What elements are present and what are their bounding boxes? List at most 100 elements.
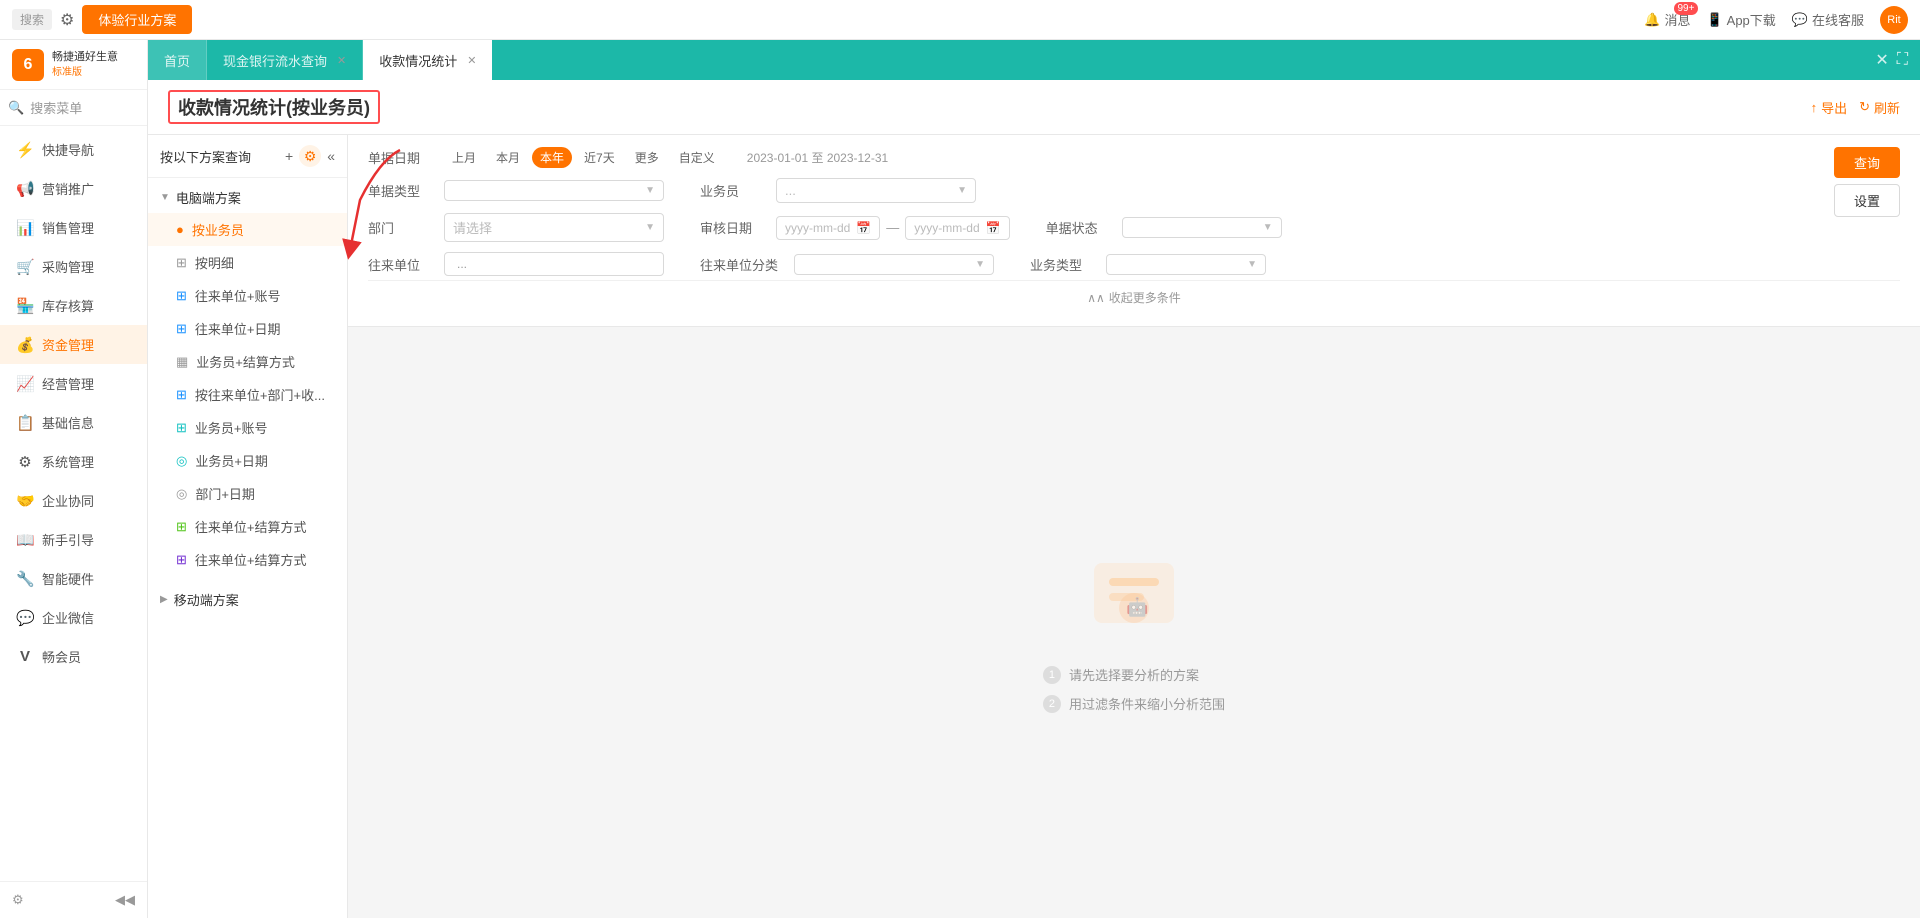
partner-category-select[interactable]: ▼	[794, 254, 994, 275]
empty-state: 🤖 1 请先选择要分析的方案 2 用过滤条件来缩小分析范围	[348, 327, 1920, 918]
dept-select[interactable]: 请选择 ▼	[444, 213, 664, 242]
doc-status-chevron: ▼	[1263, 222, 1273, 233]
date-field-label: 单据日期	[368, 148, 428, 167]
close-tab-cash-flow[interactable]: ✕	[337, 54, 346, 67]
scheme-item-partner-dept[interactable]: ⊞ 按往来单位+部门+收...	[148, 378, 347, 411]
filter-area: 单据日期 上月 本月 本年 近7天 更多 自定义 2023-01-01 至 20…	[348, 135, 1920, 327]
scheme-sp-settlement-icon: ▦	[176, 354, 188, 370]
scheme-item-partner-account[interactable]: ⊞ 往来单位+账号	[148, 279, 347, 312]
sidebar-item-basic-info[interactable]: 📋 基础信息	[0, 403, 147, 442]
date-tab-7days[interactable]: 近7天	[576, 147, 623, 168]
scheme-item-salesperson-settlement[interactable]: ▦ 业务员+结算方式	[148, 345, 347, 378]
vip-icon: V	[16, 648, 34, 665]
header-left: 搜索 ⚙ 体验行业方案	[12, 5, 192, 34]
sidebar-item-finance[interactable]: 💰 资金管理	[0, 325, 147, 364]
sidebar-item-operations[interactable]: 📈 经营管理	[0, 364, 147, 403]
doc-status-select[interactable]: ▼	[1122, 217, 1282, 238]
sidebar-item-quick-nav[interactable]: ⚡ 快捷导航	[0, 130, 147, 169]
search-icon: 🔍	[8, 100, 24, 116]
trial-button[interactable]: 体验行业方案	[82, 5, 192, 34]
mobile-scheme-group-title[interactable]: ▶ 移动端方案	[148, 584, 347, 615]
desktop-scheme-group-title[interactable]: ▼ 电脑端方案	[148, 182, 347, 213]
partner-more-btn[interactable]: ...	[457, 257, 467, 271]
scheme-dept-date-icon: ◎	[176, 486, 187, 502]
sidebar: 6 畅捷通好生意标准版 🔍 搜索菜单 ⚡ 快捷导航 📢 营销推广 📊 销售管理 …	[0, 40, 148, 918]
sidebar-item-sales[interactable]: 📊 销售管理	[0, 208, 147, 247]
scheme-item-salesperson-account[interactable]: ⊞ 业务员+账号	[148, 411, 347, 444]
scheme-item-dept-date[interactable]: ◎ 部门+日期	[148, 477, 347, 510]
review-date-end[interactable]: yyyy-mm-dd 📅	[905, 216, 1009, 240]
empty-tip-2: 2 用过滤条件来缩小分析范围	[1043, 694, 1225, 713]
date-tab-custom[interactable]: 自定义	[671, 147, 723, 168]
gear-icon-top[interactable]: ⚙	[60, 10, 74, 30]
doc-type-select[interactable]: ▼	[444, 180, 664, 201]
dept-label: 部门	[368, 218, 428, 237]
scheme-partner-account-icon: ⊞	[176, 288, 187, 304]
query-button[interactable]: 查询	[1834, 147, 1900, 178]
biz-type-select[interactable]: ▼	[1106, 254, 1266, 275]
mobile-scheme-group: ▶ 移动端方案	[148, 580, 347, 619]
collapse-sidebar-icon[interactable]: ◀◀	[115, 892, 135, 908]
close-all-tabs-btn[interactable]: ✕	[1875, 50, 1888, 70]
date-tabs: 上月 本月 本年 近7天 更多 自定义	[444, 147, 723, 168]
partner-category-label: 往来单位分类	[700, 255, 778, 274]
biz-type-label: 业务类型	[1030, 255, 1090, 274]
partner-category-chevron: ▼	[975, 259, 985, 270]
sidebar-item-marketing[interactable]: 📢 营销推广	[0, 169, 147, 208]
date-tab-this-year[interactable]: 本年	[532, 147, 572, 168]
sidebar-item-guide[interactable]: 📖 新手引导	[0, 520, 147, 559]
breadcrumb: 搜索	[12, 9, 52, 30]
tab-home[interactable]: 首页	[148, 40, 207, 80]
online-service-btn[interactable]: 💬 在线客服	[1792, 10, 1864, 29]
message-btn[interactable]: 🔔 消息 99+	[1644, 10, 1690, 29]
search-menu-item[interactable]: 🔍 搜索菜单	[0, 90, 147, 126]
settings-bottom-icon[interactable]: ⚙	[12, 892, 24, 908]
close-tab-receipt-stats[interactable]: ✕	[467, 54, 476, 67]
page-title: 收款情况统计(按业务员)	[168, 90, 380, 124]
review-date-start[interactable]: yyyy-mm-dd 📅	[776, 216, 880, 240]
finance-icon: 💰	[16, 336, 34, 354]
scheme-settings-btn[interactable]: ⚙	[299, 145, 321, 167]
collapse-more-btn[interactable]: ∧∧ 收起更多条件	[368, 280, 1900, 314]
empty-tips: 1 请先选择要分析的方案 2 用过滤条件来缩小分析范围	[1043, 665, 1225, 713]
tab-receipt-stats[interactable]: 收款情况统计 ✕	[363, 40, 492, 80]
app-download-btn[interactable]: 📱 App下载	[1706, 10, 1775, 29]
sidebar-item-wechat[interactable]: 💬 企业微信	[0, 598, 147, 637]
top-header: 搜索 ⚙ 体验行业方案 🔔 消息 99+ 📱 App下载 💬 在线客服 Rit	[0, 0, 1920, 40]
desktop-scheme-group: ▼ 电脑端方案 ● 按业务员 ⊞ 按明细 ⊞ 往来单位+账号	[148, 178, 347, 580]
add-scheme-btn[interactable]: +	[285, 148, 293, 164]
page-actions: ↑ 导出 ↻ 刷新	[1811, 98, 1900, 117]
user-avatar[interactable]: Rit	[1880, 6, 1908, 34]
scheme-panel-header: 按以下方案查询 + ⚙ «	[148, 135, 347, 178]
scheme-panel-title: 按以下方案查询	[160, 147, 251, 166]
calendar2-icon: 📅	[986, 221, 1001, 235]
collapse-panel-btn[interactable]: «	[327, 148, 335, 164]
scheme-item-partner-settle1[interactable]: ⊞ 往来单位+结算方式	[148, 510, 347, 543]
filter-settings-button[interactable]: 设置	[1834, 184, 1900, 217]
refresh-button[interactable]: ↻ 刷新	[1859, 98, 1900, 117]
scheme-item-salesperson-date[interactable]: ◎ 业务员+日期	[148, 444, 347, 477]
sidebar-item-vip[interactable]: V 畅会员	[0, 637, 147, 676]
expand-tab-btn[interactable]: ⛶	[1897, 51, 1908, 69]
system-icon: ⚙	[16, 453, 34, 471]
salesperson-select[interactable]: ... ▼	[776, 178, 976, 203]
sidebar-item-hardware[interactable]: 🔧 智能硬件	[0, 559, 147, 598]
sidebar-item-system[interactable]: ⚙ 系统管理	[0, 442, 147, 481]
export-button[interactable]: ↑ 导出	[1811, 98, 1848, 117]
date-tab-last-month[interactable]: 上月	[444, 147, 484, 168]
scheme-item-by-detail[interactable]: ⊞ 按明细	[148, 246, 347, 279]
scheme-item-by-salesperson[interactable]: ● 按业务员	[148, 213, 347, 246]
scheme-item-partner-date[interactable]: ⊞ 往来单位+日期	[148, 312, 347, 345]
date-tab-this-month[interactable]: 本月	[488, 147, 528, 168]
date-tab-more[interactable]: 更多	[627, 147, 667, 168]
dept-chevron: ▼	[645, 222, 655, 233]
tip-num-2: 2	[1043, 695, 1061, 713]
partner-input[interactable]: ...	[444, 252, 664, 276]
tab-cash-flow[interactable]: 现金银行流水查询 ✕	[207, 40, 363, 80]
logo-area: 6 畅捷通好生意标准版	[0, 40, 147, 90]
sidebar-item-inventory[interactable]: 🏪 库存核算	[0, 286, 147, 325]
scheme-item-partner-settle2[interactable]: ⊞ 往来单位+结算方式	[148, 543, 347, 576]
filter-row-date: 单据日期 上月 本月 本年 近7天 更多 自定义 2023-01-01 至 20…	[368, 147, 1818, 168]
sidebar-item-purchase[interactable]: 🛒 采购管理	[0, 247, 147, 286]
sidebar-item-cooperation[interactable]: 🤝 企业协同	[0, 481, 147, 520]
